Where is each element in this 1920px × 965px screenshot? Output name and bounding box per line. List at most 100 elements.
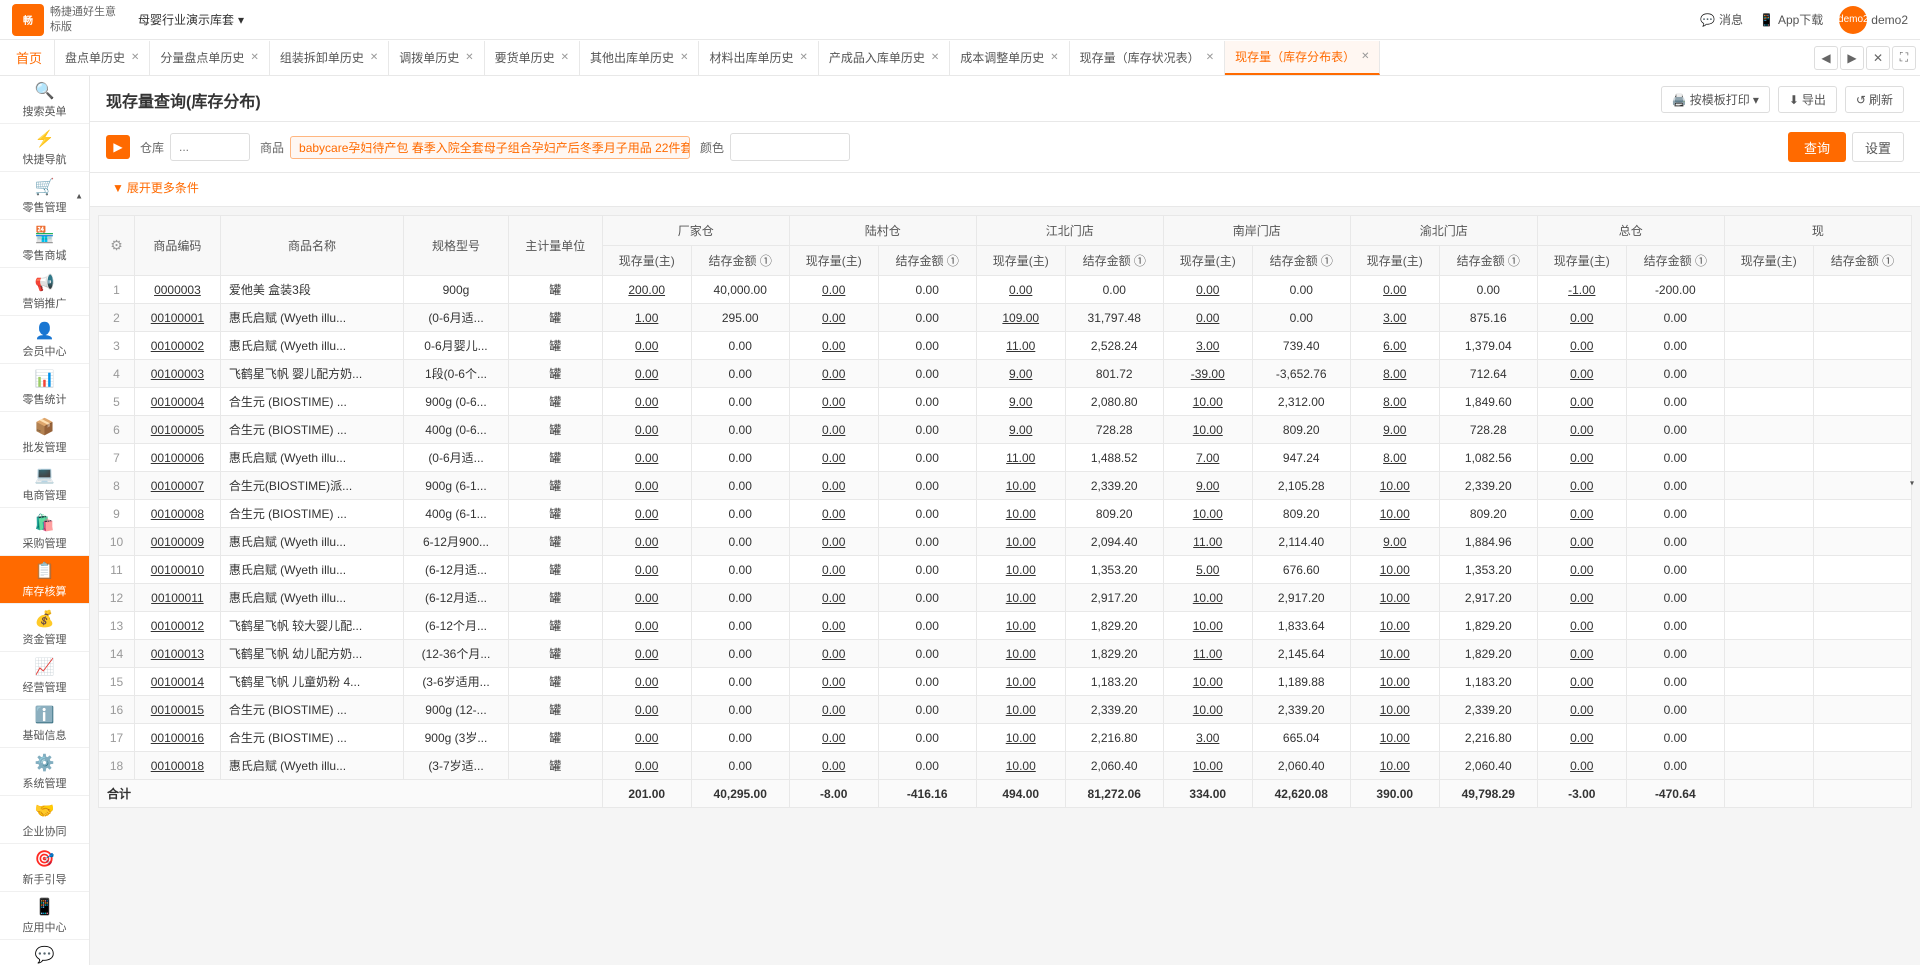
td-nanan-qty[interactable]: 7.00 xyxy=(1163,444,1252,472)
tab-fenpandian[interactable]: 分量盘点单历史 ✕ xyxy=(150,41,269,75)
print-btn[interactable]: 🖨️ 按模板打印 ▾ xyxy=(1661,86,1770,113)
td-nanan-qty[interactable]: 3.00 xyxy=(1163,724,1252,752)
tab-close-icon[interactable]: ✕ xyxy=(1050,52,1058,63)
td-code[interactable]: 00100016 xyxy=(135,724,221,752)
td-code[interactable]: 00100004 xyxy=(135,388,221,416)
td-code[interactable]: 00100006 xyxy=(135,444,221,472)
td-factory-qty[interactable]: 0.00 xyxy=(602,668,691,696)
td-factory-qty[interactable]: 0.00 xyxy=(602,472,691,500)
tab-close-icon[interactable]: ✕ xyxy=(1206,52,1214,63)
tab-prev-btn[interactable]: ◀ xyxy=(1814,46,1838,70)
td-yubei-qty[interactable]: 3.00 xyxy=(1350,304,1439,332)
td-factory-qty[interactable]: 0.00 xyxy=(602,388,691,416)
td-code[interactable]: 0000003 xyxy=(135,276,221,304)
tab-close-icon[interactable]: ✕ xyxy=(561,52,569,63)
td-jiangbei-qty[interactable]: 10.00 xyxy=(976,724,1065,752)
sidebar-item-retail-mgmt[interactable]: 🛒 零售管理 ▲ xyxy=(0,172,89,220)
td-factory-qty[interactable]: 200.00 xyxy=(602,276,691,304)
td-total-qty[interactable]: 0.00 xyxy=(1537,668,1626,696)
color-input[interactable] xyxy=(730,133,850,161)
sidebar-item-quick-nav[interactable]: ⚡ 快捷导航 xyxy=(0,124,89,172)
sidebar-item-enterprise[interactable]: 🤝 企业协同 xyxy=(0,796,89,844)
tab-yaohuo[interactable]: 要货单历史 ✕ xyxy=(485,41,580,75)
td-jiangbei-qty[interactable]: 9.00 xyxy=(976,416,1065,444)
td-lvcun-qty[interactable]: 0.00 xyxy=(789,500,878,528)
td-nanan-qty[interactable]: 9.00 xyxy=(1163,472,1252,500)
td-total-qty[interactable]: 0.00 xyxy=(1537,528,1626,556)
sidebar-item-operations[interactable]: 📈 经营管理 xyxy=(0,652,89,700)
td-jiangbei-qty[interactable]: 10.00 xyxy=(976,668,1065,696)
tab-close-icon[interactable]: ✕ xyxy=(1361,51,1369,62)
td-lvcun-qty[interactable]: 0.00 xyxy=(789,724,878,752)
td-yubei-qty[interactable]: 10.00 xyxy=(1350,556,1439,584)
warehouse-input[interactable] xyxy=(170,133,250,161)
sidebar-item-system[interactable]: ⚙️ 系统管理 xyxy=(0,748,89,796)
td-factory-qty[interactable]: 0.00 xyxy=(602,416,691,444)
tab-xiancunliang-status[interactable]: 现存量（库存状况表） ✕ xyxy=(1070,41,1225,75)
td-lvcun-qty[interactable]: 0.00 xyxy=(789,668,878,696)
td-factory-qty[interactable]: 1.00 xyxy=(602,304,691,332)
td-jiangbei-qty[interactable]: 10.00 xyxy=(976,500,1065,528)
industry-selector[interactable]: 母婴行业演示库套 ▾ xyxy=(138,11,244,28)
td-nanan-qty[interactable]: 10.00 xyxy=(1163,584,1252,612)
td-yubei-qty[interactable]: 9.00 xyxy=(1350,416,1439,444)
td-jiangbei-qty[interactable]: 11.00 xyxy=(976,332,1065,360)
td-jiangbei-qty[interactable]: 10.00 xyxy=(976,528,1065,556)
td-total-qty[interactable]: 0.00 xyxy=(1537,416,1626,444)
sidebar-item-finance[interactable]: 💰 资金管理 xyxy=(0,604,89,652)
td-factory-qty[interactable]: 0.00 xyxy=(602,724,691,752)
td-nanan-qty[interactable]: 10.00 xyxy=(1163,388,1252,416)
td-total-qty[interactable]: 0.00 xyxy=(1537,724,1626,752)
refresh-btn[interactable]: ↺ 刷新 xyxy=(1845,86,1904,113)
sidebar-item-retail-stats[interactable]: 📊 零售统计 xyxy=(0,364,89,412)
tab-cailiaochuku[interactable]: 材料出库单历史 ✕ xyxy=(699,41,818,75)
td-factory-qty[interactable]: 0.00 xyxy=(602,500,691,528)
td-nanan-qty[interactable]: 10.00 xyxy=(1163,416,1252,444)
td-code[interactable]: 00100018 xyxy=(135,752,221,780)
td-nanan-qty[interactable]: 10.00 xyxy=(1163,612,1252,640)
tab-close-icon[interactable]: ✕ xyxy=(370,52,378,63)
query-btn[interactable]: 查询 xyxy=(1788,132,1846,162)
td-total-qty[interactable]: 0.00 xyxy=(1537,332,1626,360)
td-code[interactable]: 00100007 xyxy=(135,472,221,500)
td-total-qty[interactable]: 0.00 xyxy=(1537,752,1626,780)
td-code[interactable]: 00100003 xyxy=(135,360,221,388)
td-code[interactable]: 00100013 xyxy=(135,640,221,668)
app-download-btn[interactable]: 📱 App下载 xyxy=(1759,11,1823,28)
tab-xiancunliang-dist[interactable]: 现存量（库存分布表） ✕ xyxy=(1225,41,1380,75)
td-total-qty[interactable]: 0.00 xyxy=(1537,304,1626,332)
td-yubei-qty[interactable]: 8.00 xyxy=(1350,388,1439,416)
messages-btn[interactable]: 💬 消息 xyxy=(1700,11,1743,28)
td-code[interactable]: 00100001 xyxy=(135,304,221,332)
tab-chanchenpin[interactable]: 产成品入库单历史 ✕ xyxy=(819,41,950,75)
td-total-qty[interactable]: 0.00 xyxy=(1537,388,1626,416)
tab-diaoping[interactable]: 调拨单历史 ✕ xyxy=(389,41,484,75)
tab-close-icon[interactable]: ✕ xyxy=(250,52,258,63)
tab-close-all-btn[interactable]: ✕ xyxy=(1866,46,1890,70)
td-yubei-qty[interactable]: 10.00 xyxy=(1350,640,1439,668)
td-nanan-qty[interactable]: 0.00 xyxy=(1163,276,1252,304)
td-factory-qty[interactable]: 0.00 xyxy=(602,612,691,640)
td-yubei-qty[interactable]: 10.00 xyxy=(1350,696,1439,724)
td-jiangbei-qty[interactable]: 10.00 xyxy=(976,556,1065,584)
settings-icon[interactable]: ⚙ xyxy=(110,237,123,253)
td-jiangbei-qty[interactable]: 11.00 xyxy=(976,444,1065,472)
td-lvcun-qty[interactable]: 0.00 xyxy=(789,696,878,724)
td-yubei-qty[interactable]: 10.00 xyxy=(1350,472,1439,500)
td-total-qty[interactable]: 0.00 xyxy=(1537,584,1626,612)
td-yubei-qty[interactable]: 10.00 xyxy=(1350,668,1439,696)
td-nanan-qty[interactable]: 10.00 xyxy=(1163,696,1252,724)
td-total-qty[interactable]: 0.00 xyxy=(1537,444,1626,472)
td-total-qty[interactable]: 0.00 xyxy=(1537,500,1626,528)
td-factory-qty[interactable]: 0.00 xyxy=(602,360,691,388)
td-factory-qty[interactable]: 0.00 xyxy=(602,332,691,360)
td-jiangbei-qty[interactable]: 10.00 xyxy=(976,472,1065,500)
td-code[interactable]: 00100009 xyxy=(135,528,221,556)
td-lvcun-qty[interactable]: 0.00 xyxy=(789,276,878,304)
sidebar-item-marketing[interactable]: 📢 营销推广 xyxy=(0,268,89,316)
td-yubei-qty[interactable]: 6.00 xyxy=(1350,332,1439,360)
td-factory-qty[interactable]: 0.00 xyxy=(602,444,691,472)
td-yubei-qty[interactable]: 10.00 xyxy=(1350,500,1439,528)
td-nanan-qty[interactable]: 3.00 xyxy=(1163,332,1252,360)
td-total-qty[interactable]: 0.00 xyxy=(1537,556,1626,584)
